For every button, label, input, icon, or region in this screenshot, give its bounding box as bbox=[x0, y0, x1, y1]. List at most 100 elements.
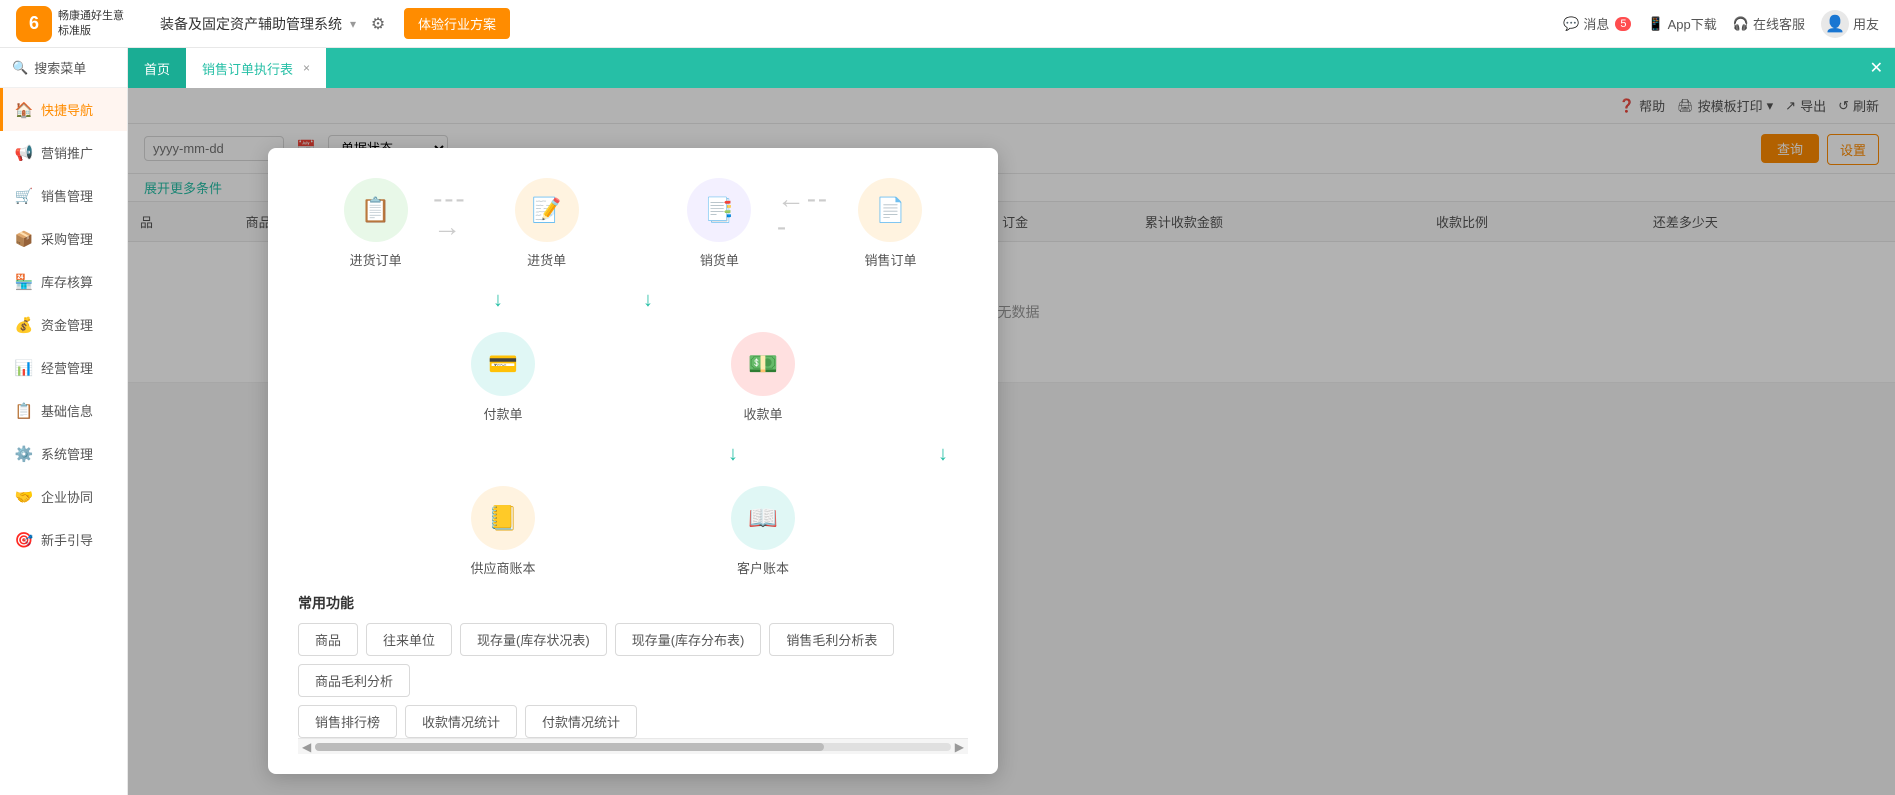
func-btn-product-margin[interactable]: 商品毛利分析 bbox=[298, 664, 410, 697]
tab-bar: 首页 销售订单执行表 × ✕ bbox=[128, 48, 1895, 88]
sidebar-item-basic[interactable]: 📋 基础信息 bbox=[0, 389, 127, 432]
wf-sales-bill-icon: 📑 bbox=[687, 178, 751, 242]
sidebar-item-marketing[interactable]: 📢 营销推广 bbox=[0, 131, 127, 174]
sidebar-item-purchase[interactable]: 📦 采购管理 bbox=[0, 217, 127, 260]
headset-icon: 🎧 bbox=[1733, 16, 1749, 32]
scrollbar-area: ◀ ▶ bbox=[298, 738, 968, 754]
wf-purchase-order-label: 进货订单 bbox=[350, 250, 402, 269]
wf-h-arrow-1: - - - → bbox=[433, 185, 489, 263]
func-btn-sales-margin[interactable]: 销售毛利分析表 bbox=[769, 623, 894, 656]
scroll-thumb bbox=[315, 743, 823, 751]
workflow-arrows-row: ↓ ↓ bbox=[298, 289, 968, 312]
wf-customer-account-icon: 📖 bbox=[731, 486, 795, 550]
wf-sales-bill: 📑 销货单 bbox=[662, 178, 777, 269]
func-btn-supplier[interactable]: 往来单位 bbox=[366, 623, 452, 656]
wf-supplier-account-label: 供应商账本 bbox=[470, 558, 535, 577]
tab-close-all[interactable]: ✕ bbox=[1870, 58, 1883, 78]
wf-bottom-pair: 📒 供应商账本 📖 客户账本 bbox=[443, 486, 823, 577]
wf-sales-order-icon: 📄 bbox=[858, 178, 922, 242]
scroll-track[interactable] bbox=[315, 743, 951, 751]
wf-payment-bill-label: 付款单 bbox=[483, 404, 522, 423]
home-icon: 🏠 bbox=[15, 101, 33, 119]
scroll-right-arrow[interactable]: ▶ bbox=[955, 740, 964, 754]
sidebar-item-inventory[interactable]: 🏪 库存核算 bbox=[0, 260, 127, 303]
common-functions-title: 常用功能 bbox=[298, 593, 968, 613]
avatar: 👤 bbox=[1821, 10, 1849, 38]
sidebar-search[interactable]: 🔍 搜索菜单 bbox=[0, 48, 127, 88]
finance-icon: 💰 bbox=[15, 316, 33, 334]
func-buttons-row2: 销售排行榜 收款情况统计 付款情况统计 bbox=[298, 705, 968, 738]
wf-empty-left-2 bbox=[318, 443, 438, 466]
download-icon: 📱 bbox=[1647, 16, 1663, 32]
tab-sales-order[interactable]: 销售订单执行表 × bbox=[186, 48, 326, 88]
wf-payment-bill: 💳 付款单 bbox=[443, 332, 563, 423]
sidebar-item-operation[interactable]: 📊 经营管理 bbox=[0, 346, 127, 389]
wf-receipt-bill-label: 收款单 bbox=[743, 404, 782, 423]
sidebar-item-enterprise[interactable]: 🤝 企业协同 bbox=[0, 475, 127, 518]
wf-left-pair: 📋 进货订单 - - - → 📝 进货单 bbox=[318, 178, 604, 269]
logo-text: 畅康通好生意 标准版 bbox=[58, 9, 124, 38]
marketing-icon: 📢 bbox=[15, 144, 33, 162]
wf-purchase-order-icon: 📋 bbox=[344, 178, 408, 242]
wf-sales-order: 📄 销售订单 bbox=[833, 178, 948, 269]
wf-receipt-bill: 💵 收款单 bbox=[703, 332, 823, 423]
page-content: ❓ 帮助 🖨 按模板打印 ▾ ↗ 导出 ↺ bbox=[128, 88, 1895, 795]
sales-icon: 🛒 bbox=[15, 187, 33, 205]
tab-home[interactable]: 首页 bbox=[128, 48, 186, 88]
wf-h-arrow-2: ← - - - bbox=[777, 185, 833, 263]
main-area: 🔍 搜索菜单 🏠 快捷导航 📢 营销推广 🛒 销售管理 📦 采购管理 🏪 bbox=[0, 48, 1895, 795]
sidebar-item-sales[interactable]: 🛒 销售管理 bbox=[0, 174, 127, 217]
sidebar-item-quick-nav[interactable]: 🏠 快捷导航 bbox=[0, 88, 127, 131]
sidebar-item-guide[interactable]: 🎯 新手引导 bbox=[0, 518, 127, 561]
online-service-button[interactable]: 🎧 在线客服 bbox=[1733, 14, 1805, 33]
logo-area: 6 畅康通好生意 标准版 bbox=[16, 6, 144, 42]
content-area: 首页 销售订单执行表 × ✕ ❓ 帮助 � bbox=[128, 48, 1895, 795]
wf-down-2: ↓ bbox=[588, 289, 708, 312]
wf-down-1: ↓ bbox=[438, 289, 558, 312]
top-bar: 6 畅康通好生意 标准版 装备及固定资产辅助管理系统 ▾ ⚙ 体验行业方案 💬 … bbox=[0, 0, 1895, 48]
system-title: 装备及固定资产辅助管理系统 ▾ bbox=[160, 14, 356, 34]
wf-sales-order-label: 销售订单 bbox=[864, 250, 916, 269]
wf-supplier-account: 📒 供应商账本 bbox=[443, 486, 563, 577]
sidebar-item-finance[interactable]: 💰 资金管理 bbox=[0, 303, 127, 346]
modal-overlay: 📋 进货订单 - - - → 📝 进货单 bbox=[128, 88, 1895, 795]
operation-icon: 📊 bbox=[15, 359, 33, 377]
sidebar: 🔍 搜索菜单 🏠 快捷导航 📢 营销推广 🛒 销售管理 📦 采购管理 🏪 bbox=[0, 48, 128, 795]
basic-icon: 📋 bbox=[15, 402, 33, 420]
wf-sales-bill-label: 销货单 bbox=[700, 250, 739, 269]
wf-customer-account: 📖 客户账本 bbox=[703, 486, 823, 577]
wf-purchase-order: 📋 进货订单 bbox=[318, 178, 433, 269]
wf-customer-account-label: 客户账本 bbox=[737, 558, 789, 577]
wf-middle-pair: 💳 付款单 💵 收款单 bbox=[443, 332, 823, 423]
message-icon: 💬 bbox=[1563, 16, 1579, 32]
top-right-area: 💬 消息 5 📱 App下载 🎧 在线客服 👤 用友 bbox=[1563, 10, 1879, 38]
logo-icon: 6 bbox=[16, 6, 52, 42]
sidebar-item-system[interactable]: ⚙️ 系统管理 bbox=[0, 432, 127, 475]
tab-close-icon[interactable]: × bbox=[303, 61, 310, 75]
trial-button[interactable]: 体验行业方案 bbox=[404, 8, 510, 39]
settings-icon[interactable]: ⚙ bbox=[364, 10, 392, 38]
func-btn-stock-dist[interactable]: 现存量(库存分布表) bbox=[615, 623, 762, 656]
func-btn-stock-status[interactable]: 现存量(库存状况表) bbox=[460, 623, 607, 656]
workflow-row-1: 📋 进货订单 - - - → 📝 进货单 bbox=[298, 178, 968, 269]
purchase-icon: 📦 bbox=[15, 230, 33, 248]
user-menu[interactable]: 👤 用友 bbox=[1821, 10, 1879, 38]
func-btn-payment-stats[interactable]: 付款情况统计 bbox=[525, 705, 637, 738]
workflow-row-2: 💳 付款单 💵 收款单 bbox=[298, 332, 968, 423]
wf-purchase-bill: 📝 进货单 bbox=[489, 178, 604, 269]
func-btn-receipt-stats[interactable]: 收款情况统计 bbox=[405, 705, 517, 738]
wf-supplier-account-icon: 📒 bbox=[471, 486, 535, 550]
common-functions: 常用功能 商品 往来单位 现存量(库存状况表) 现存量(库存分布表) 销售毛利分… bbox=[298, 593, 968, 738]
message-button[interactable]: 💬 消息 5 bbox=[1563, 14, 1631, 33]
dropdown-icon[interactable]: ▾ bbox=[350, 17, 356, 31]
wf-receipt-bill-icon: 💵 bbox=[731, 332, 795, 396]
func-btn-sales-rank[interactable]: 销售排行榜 bbox=[298, 705, 397, 738]
system-icon: ⚙️ bbox=[15, 445, 33, 463]
scroll-left-arrow[interactable]: ◀ bbox=[302, 740, 311, 754]
func-btn-product[interactable]: 商品 bbox=[298, 623, 358, 656]
app-download-button[interactable]: 📱 App下载 bbox=[1647, 14, 1716, 33]
modal: 📋 进货订单 - - - → 📝 进货单 bbox=[268, 148, 998, 774]
wf-payment-bill-icon: 💳 bbox=[471, 332, 535, 396]
inventory-icon: 🏪 bbox=[15, 273, 33, 291]
message-badge: 5 bbox=[1615, 17, 1631, 31]
